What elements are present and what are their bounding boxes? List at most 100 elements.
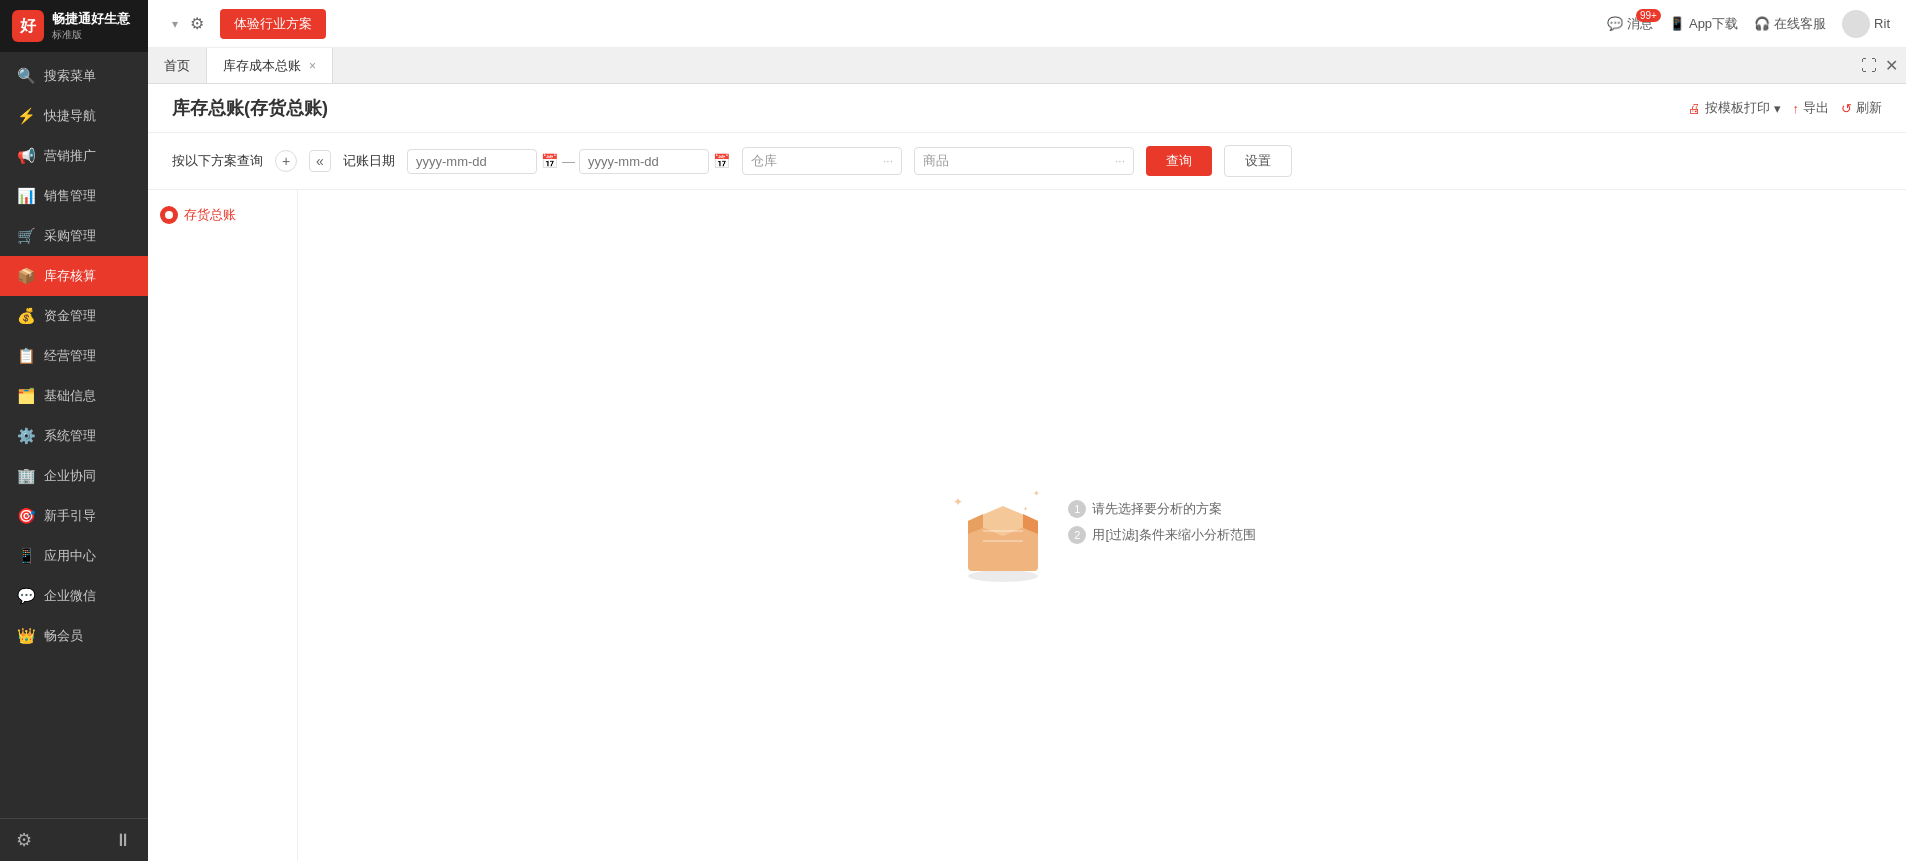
operation-icon: 📋	[16, 346, 36, 366]
export-button[interactable]: ↑ 导出	[1793, 99, 1830, 117]
basic-icon: 🗂️	[16, 386, 36, 406]
member-icon: 👑	[16, 626, 36, 646]
sidebar-item-weixin[interactable]: 💬 企业微信	[0, 576, 148, 616]
step1-num: 1	[1068, 500, 1086, 518]
logo-text: 畅捷通好生意 标准版	[52, 10, 130, 42]
sidebar-item-operation[interactable]: 📋 经营管理	[0, 336, 148, 376]
filter-label: 按以下方案查询	[172, 152, 263, 170]
sidebar-item-member[interactable]: 👑 畅会员	[0, 616, 148, 656]
warehouse-selector[interactable]: 仓库 ···	[742, 147, 902, 175]
search-button[interactable]: 查询	[1146, 146, 1212, 176]
svg-text:✦: ✦	[1033, 489, 1040, 498]
calendar-end-icon[interactable]: 📅	[713, 153, 730, 169]
user-profile[interactable]: Rit	[1842, 10, 1890, 38]
headset-icon: 🎧	[1754, 16, 1770, 31]
sidebar-item-basic[interactable]: 🗂️ 基础信息	[0, 376, 148, 416]
date-start-input[interactable]	[407, 149, 537, 174]
weixin-icon: 💬	[16, 586, 36, 606]
sidebar-item-sales[interactable]: 📊 销售管理	[0, 176, 148, 216]
sidebar: 好 畅捷通好生意 标准版 🔍 搜索菜单 ⚡ 快捷导航 📢 营销推广 📊 销售管理…	[0, 0, 148, 861]
topbar: ▾ ⚙ 体验行业方案 💬 消息 99+ 📱 App下载 🎧 在线客服 Rit	[148, 0, 1906, 48]
content-area: 库存总账(存货总账) 🖨 按模板打印 ▾ ↑ 导出 ↺ 刷新 按以下方案查询	[148, 84, 1906, 861]
logo-icon: 好	[12, 10, 44, 42]
message-icon: 💬	[1607, 16, 1623, 31]
goods-selector[interactable]: 商品 ···	[914, 147, 1134, 175]
print-button[interactable]: 🖨 按模板打印 ▾	[1688, 99, 1781, 117]
filter-collapse-button[interactable]: «	[309, 150, 331, 172]
page-header: 库存总账(存货总账) 🖨 按模板打印 ▾ ↑ 导出 ↺ 刷新	[148, 84, 1906, 133]
page-title: 库存总账(存货总账)	[172, 96, 328, 120]
system-icon: ⚙️	[16, 426, 36, 446]
chevron-down-icon[interactable]: ▾	[172, 17, 178, 31]
svg-text:✦: ✦	[1023, 506, 1028, 512]
svg-text:✦: ✦	[953, 495, 963, 509]
purchase-icon: 🛒	[16, 226, 36, 246]
guide-icon: 🎯	[16, 506, 36, 526]
enterprise-icon: 🏢	[16, 466, 36, 486]
sidebar-bottom: ⚙ ⏸	[0, 818, 148, 861]
filter-settings-button[interactable]: 设置	[1224, 145, 1292, 177]
sales-icon: 📊	[16, 186, 36, 206]
sidebar-item-search[interactable]: 🔍 搜索菜单	[0, 56, 148, 96]
topbar-settings-icon[interactable]: ⚙	[190, 14, 204, 33]
lightning-icon: ⚡	[16, 106, 36, 126]
export-icon: ↑	[1793, 101, 1800, 116]
sidebar-item-finance[interactable]: 💰 资金管理	[0, 296, 148, 336]
date-separator: —	[562, 154, 575, 169]
sidebar-item-inventory[interactable]: 📦 库存核算	[0, 256, 148, 296]
sidebar-item-marketing[interactable]: 📢 营销推广	[0, 136, 148, 176]
phone-icon: 📱	[1669, 16, 1685, 31]
content-body: 存货总账	[148, 190, 1906, 861]
refresh-button[interactable]: ↺ 刷新	[1841, 99, 1882, 117]
finance-icon: 💰	[16, 306, 36, 326]
sidebar-item-system[interactable]: ⚙️ 系统管理	[0, 416, 148, 456]
topbar-right: 💬 消息 99+ 📱 App下载 🎧 在线客服 Rit	[1607, 10, 1890, 38]
message-button[interactable]: 💬 消息 99+	[1607, 15, 1653, 33]
tab-close-all-btn[interactable]: ✕	[1885, 56, 1898, 75]
settings-bottom-btn[interactable]: ⚙	[16, 829, 32, 851]
app-download-button[interactable]: 📱 App下载	[1669, 15, 1738, 33]
sidebar-item-appcenter[interactable]: 📱 应用中心	[0, 536, 148, 576]
inventory-icon: 📦	[16, 266, 36, 286]
warehouse-more-icon: ···	[883, 154, 893, 168]
tab-inventory-cost[interactable]: 库存成本总账 ×	[207, 48, 333, 83]
sidebar-item-quicknav[interactable]: ⚡ 快捷导航	[0, 96, 148, 136]
online-service-button[interactable]: 🎧 在线客服	[1754, 15, 1826, 33]
date-label: 记账日期	[343, 152, 395, 170]
trial-button[interactable]: 体验行业方案	[220, 9, 326, 39]
search-icon: 🔍	[16, 66, 36, 86]
message-badge: 99+	[1636, 9, 1661, 22]
sidebar-item-purchase[interactable]: 🛒 采购管理	[0, 216, 148, 256]
svg-point-0	[165, 211, 173, 219]
date-end-input[interactable]	[579, 149, 709, 174]
sidebar-item-newguide[interactable]: 🎯 新手引导	[0, 496, 148, 536]
sidebar-logo: 好 畅捷通好生意 标准版	[0, 0, 148, 52]
app-icon: 📱	[16, 546, 36, 566]
tab-close-icon[interactable]: ×	[309, 60, 316, 72]
main-content: ✦ ✦ ✦ 1 请先选择要分析的方案 2 用[过滤]条件来缩	[298, 190, 1906, 861]
date-range-group: 📅 — 📅	[407, 149, 730, 174]
filter-add-button[interactable]: +	[275, 150, 297, 172]
filter-bar: 按以下方案查询 + « 记账日期 📅 — 📅 仓库 ··· 商品 ··· 查询 …	[148, 133, 1906, 190]
sidebar-collapse-btn[interactable]: ⏸	[114, 830, 132, 851]
avatar	[1842, 10, 1870, 38]
scheme-item-icon	[160, 206, 178, 224]
printer-icon: 🖨	[1688, 101, 1701, 116]
empty-illustration: ✦ ✦ ✦	[948, 476, 1048, 576]
page-header-actions: 🖨 按模板打印 ▾ ↑ 导出 ↺ 刷新	[1688, 99, 1883, 117]
scheme-panel: 存货总账	[148, 190, 298, 861]
tabs-bar: 首页 库存成本总账 × ⛶ ✕	[148, 48, 1906, 84]
step2-num: 2	[1068, 526, 1086, 544]
tabs-actions: ⛶ ✕	[1861, 56, 1906, 75]
calendar-start-icon[interactable]: 📅	[541, 153, 558, 169]
tab-expand-btn[interactable]: ⛶	[1861, 57, 1877, 75]
refresh-icon: ↺	[1841, 101, 1852, 116]
print-chevron-icon: ▾	[1774, 101, 1781, 116]
svg-point-1	[968, 570, 1038, 582]
marketing-icon: 📢	[16, 146, 36, 166]
sidebar-item-enterprise[interactable]: 🏢 企业协同	[0, 456, 148, 496]
scheme-item-inventory[interactable]: 存货总账	[148, 198, 297, 232]
empty-state: ✦ ✦ ✦ 1 请先选择要分析的方案 2 用[过滤]条件来缩	[948, 476, 1255, 576]
tab-home[interactable]: 首页	[148, 48, 207, 83]
sidebar-nav: 🔍 搜索菜单 ⚡ 快捷导航 📢 营销推广 📊 销售管理 🛒 采购管理 📦 库存核…	[0, 52, 148, 818]
